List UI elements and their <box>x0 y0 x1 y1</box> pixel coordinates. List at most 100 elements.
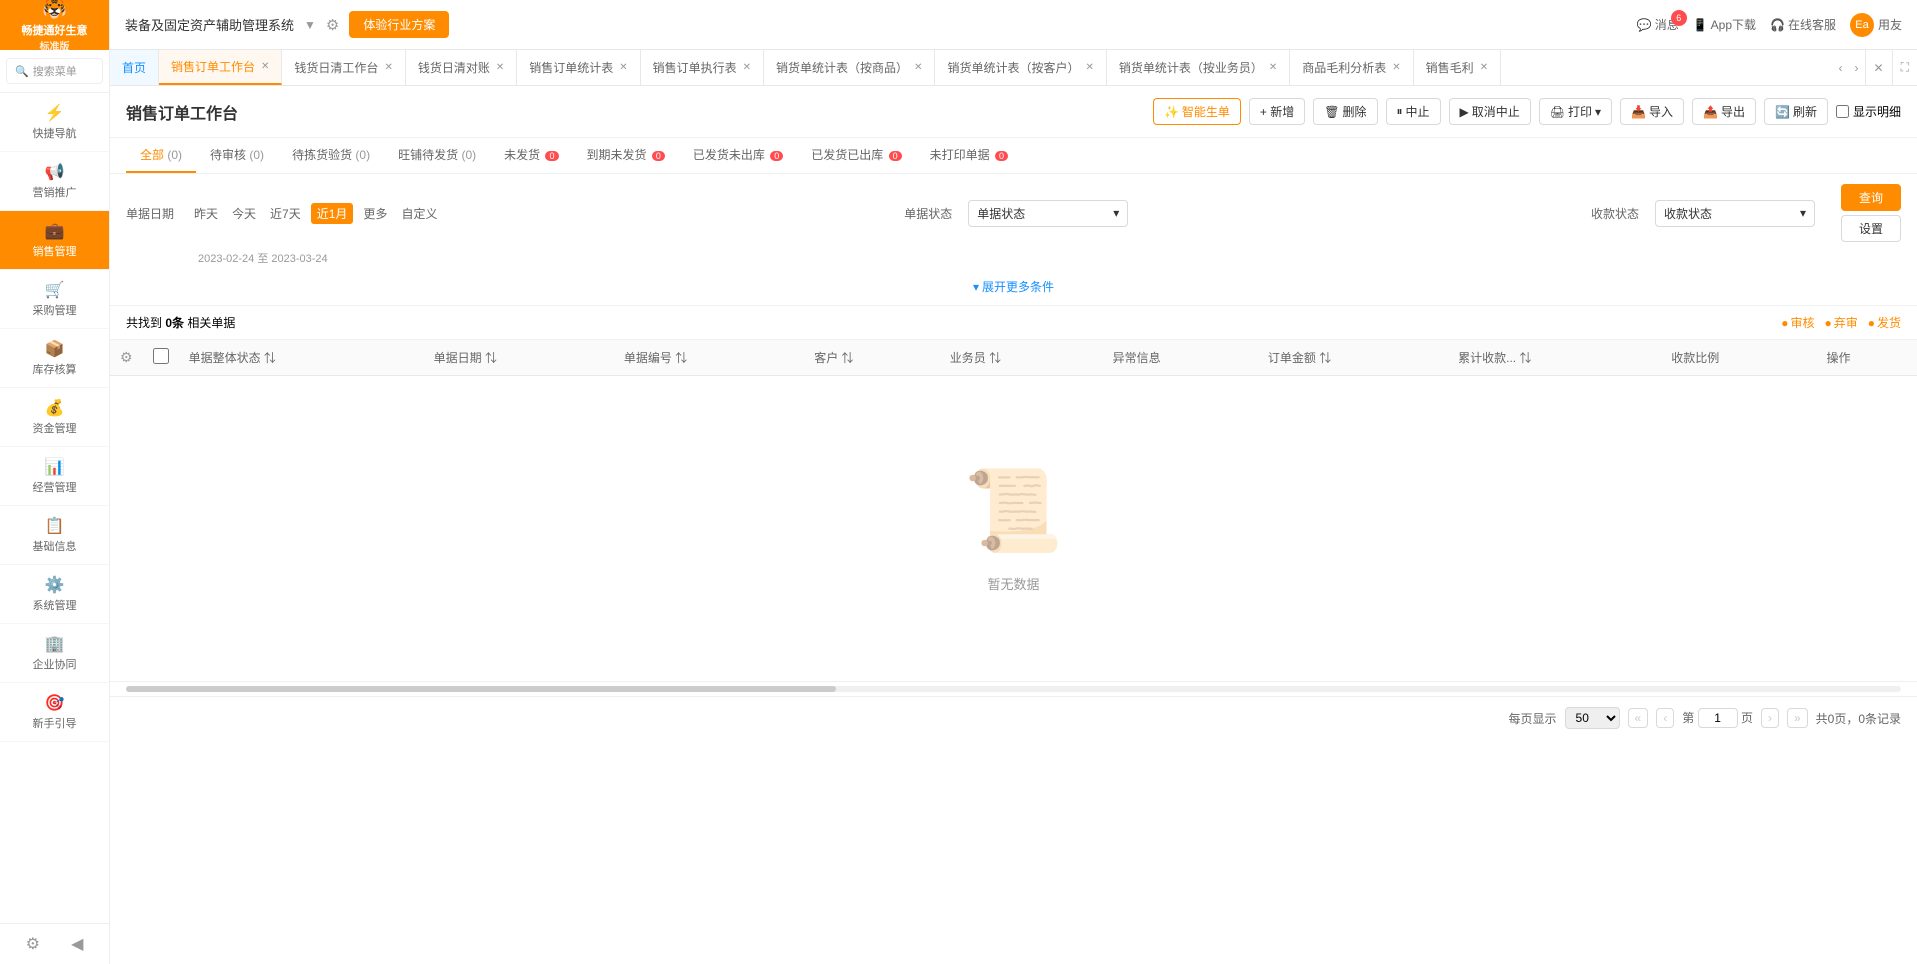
revoke-action-btn[interactable]: ● 弃审 <box>1824 314 1857 331</box>
tab-product-margin[interactable]: 商品毛利分析表 ✕ <box>1290 50 1413 85</box>
sub-tab-not-shipped[interactable]: 未发货 0 <box>490 138 572 173</box>
expand-filters-btn[interactable]: ▾ 展开更多条件 <box>973 278 1054 295</box>
sidebar-item-operations[interactable]: 📊 经营管理 <box>0 447 109 506</box>
tab-sales-stat-close[interactable]: ✕ <box>619 62 627 73</box>
tab-cash-daily[interactable]: 钱货日清工作台 ✕ <box>282 50 405 85</box>
topbar-settings-btn[interactable]: ⚙ <box>326 16 339 34</box>
print-btn[interactable]: 🖨 打印 ▾ <box>1539 98 1612 125</box>
export-btn[interactable]: 📤 导出 <box>1692 98 1756 125</box>
payment-select[interactable]: 收款状态 ▾ <box>1655 200 1815 227</box>
tab-cash-reconcile-close[interactable]: ✕ <box>496 62 504 73</box>
date-today-btn[interactable]: 今天 <box>228 203 260 224</box>
date-custom-btn[interactable]: 自定义 <box>397 203 441 224</box>
scrollbar-thumb[interactable] <box>126 686 836 692</box>
sub-tab-all[interactable]: 全部 (0) <box>126 138 196 173</box>
sidebar-item-finance[interactable]: 💰 资金管理 <box>0 388 109 447</box>
table-header-row: ⚙ 单据整体状态 ⇅ 单据日期 ⇅ <box>110 340 1917 376</box>
purchase-icon: 🛒 <box>45 280 65 300</box>
show-detail-checkbox[interactable] <box>1836 105 1849 118</box>
date-yesterday-btn[interactable]: 昨天 <box>190 203 222 224</box>
date-1month-btn[interactable]: 近1月 <box>311 203 354 224</box>
sidebar-item-purchase[interactable]: 🛒 采购管理 <box>0 270 109 329</box>
tab-scroll-left-btn[interactable]: ‹ <box>1833 61 1849 75</box>
sub-tab-shipped-out[interactable]: 已发货已出库 0 <box>797 138 915 173</box>
add-btn[interactable]: + 新增 <box>1249 98 1305 125</box>
col-collected[interactable]: 累计收款... ⇅ <box>1448 340 1661 376</box>
smart-generate-btn[interactable]: ✨ 智能生单 <box>1153 98 1241 125</box>
col-amount[interactable]: 订单金额 ⇅ <box>1258 340 1448 376</box>
date-7days-btn[interactable]: 近7天 <box>266 203 305 224</box>
first-page-btn[interactable]: « <box>1628 708 1649 728</box>
app-download-btn[interactable]: 📱 App下载 <box>1693 16 1756 33</box>
tab-sales-stat-product[interactable]: 销货单统计表（按商品） ✕ <box>764 50 935 85</box>
tab-sales-order-close[interactable]: ✕ <box>261 61 269 72</box>
tab-sales-stat-staff-close[interactable]: ✕ <box>1269 62 1277 73</box>
tab-sales-profit-close[interactable]: ✕ <box>1480 62 1488 73</box>
sidebar-item-guide[interactable]: 🎯 新手引导 <box>0 683 109 742</box>
sidebar-collapse-btn[interactable]: ◀ <box>71 934 83 954</box>
refresh-btn[interactable]: 🔄 刷新 <box>1764 98 1828 125</box>
sidebar-item-sales[interactable]: 💼 销售管理 <box>0 211 109 270</box>
tab-sales-stat-staff[interactable]: 销货单统计表（按业务员） ✕ <box>1107 50 1290 85</box>
message-btn[interactable]: 💬 消息 6 <box>1637 16 1679 33</box>
sidebar-item-quick-nav[interactable]: ⚡ 快捷导航 <box>0 93 109 152</box>
solution-btn[interactable]: 体验行业方案 <box>349 11 449 38</box>
col-customer[interactable]: 客户 ⇅ <box>804 340 940 376</box>
status-select[interactable]: 单据状态 ▾ <box>968 200 1128 227</box>
sub-tab-pending-review[interactable]: 待审核 (0) <box>196 138 278 173</box>
col-date[interactable]: 单据日期 ⇅ <box>424 340 614 376</box>
sidebar-item-marketing[interactable]: 📢 营销推广 <box>0 152 109 211</box>
search-menu-btn[interactable]: 🔍 搜索菜单 <box>6 58 103 84</box>
delete-btn[interactable]: 🗑 删除 <box>1313 98 1377 125</box>
col-status[interactable]: 单据整体状态 ⇅ <box>179 340 424 376</box>
tab-sales-profit[interactable]: 销售毛利 ✕ <box>1414 50 1501 85</box>
sidebar-settings-btn[interactable]: ⚙ <box>26 934 40 954</box>
tab-sales-order[interactable]: 销售订单工作台 ✕ <box>159 50 282 85</box>
ship-action-btn[interactable]: ● 发货 <box>1868 314 1901 331</box>
col-staff[interactable]: 业务员 ⇅ <box>940 340 1103 376</box>
last-page-btn[interactable]: » <box>1787 708 1808 728</box>
sidebar-item-inventory[interactable]: 📦 库存核算 <box>0 329 109 388</box>
tab-sales-stat-product-close[interactable]: ✕ <box>914 62 922 73</box>
show-detail-label[interactable]: 显示明细 <box>1836 103 1901 120</box>
sub-tab-overdue[interactable]: 到期未发货 0 <box>573 138 679 173</box>
sidebar-item-system[interactable]: ⚙️ 系统管理 <box>0 565 109 624</box>
tab-sales-stat-customer[interactable]: 销货单统计表（按客户） ✕ <box>935 50 1106 85</box>
next-page-btn[interactable]: › <box>1761 708 1779 728</box>
tab-close-all-btn[interactable]: ✕ <box>1865 50 1892 85</box>
review-action-btn[interactable]: ● 审核 <box>1781 314 1814 331</box>
table-settings-icon[interactable]: ⚙ <box>120 349 133 365</box>
cancel-pause-btn[interactable]: ▶ 取消中止 <box>1449 98 1531 125</box>
sub-tab-shipped-not-out[interactable]: 已发货未出库 0 <box>679 138 797 173</box>
tab-cash-reconcile[interactable]: 钱货日清对账 ✕ <box>406 50 517 85</box>
tab-product-margin-close[interactable]: ✕ <box>1392 62 1400 73</box>
col-number[interactable]: 单据编号 ⇅ <box>614 340 804 376</box>
settings-filter-btn[interactable]: 设置 <box>1841 215 1901 242</box>
tab-sales-exec-close[interactable]: ✕ <box>743 62 751 73</box>
page-number-input[interactable] <box>1698 708 1738 728</box>
tab-sales-stat-customer-close[interactable]: ✕ <box>1085 62 1093 73</box>
date-more-btn[interactable]: 更多 <box>359 203 391 224</box>
user-menu-btn[interactable]: Ea 用友 <box>1850 13 1902 37</box>
online-service-btn[interactable]: 🎧 在线客服 <box>1770 16 1836 33</box>
import-btn[interactable]: 📥 导入 <box>1620 98 1684 125</box>
sidebar-item-base-info[interactable]: 📋 基础信息 <box>0 506 109 565</box>
tab-home[interactable]: 首页 <box>110 50 159 85</box>
select-all-checkbox[interactable] <box>153 348 169 364</box>
page-size-select[interactable]: 50 10 20 100 <box>1565 707 1620 729</box>
topbar-dropdown-icon[interactable]: ▼ <box>304 18 316 32</box>
pause-btn[interactable]: ⏸ 中止 <box>1386 98 1441 125</box>
sub-tab-wangpu[interactable]: 旺铺待发货 (0) <box>384 138 490 173</box>
tab-sales-stat[interactable]: 销售订单统计表 ✕ <box>517 50 640 85</box>
query-btn[interactable]: 查询 <box>1841 184 1901 211</box>
sidebar-search-area[interactable]: 🔍 搜索菜单 <box>0 50 109 93</box>
sub-tab-not-printed[interactable]: 未打印单据 0 <box>916 138 1022 173</box>
sub-tab-pending-inspect[interactable]: 待拣货验货 (0) <box>278 138 384 173</box>
prev-page-btn[interactable]: ‹ <box>1656 708 1674 728</box>
tab-fullscreen-btn[interactable]: ⛶ <box>1892 50 1917 85</box>
tab-cash-daily-close[interactable]: ✕ <box>384 62 392 73</box>
filter-row-1: 单据日期 昨天 今天 近7天 近1月 更多 自定义 单据状态 单据状态 ▾ <box>126 184 1901 242</box>
tab-sales-exec[interactable]: 销售订单执行表 ✕ <box>641 50 764 85</box>
tab-scroll-right-btn[interactable]: › <box>1849 61 1865 75</box>
sidebar-item-enterprise[interactable]: 🏢 企业协同 <box>0 624 109 683</box>
